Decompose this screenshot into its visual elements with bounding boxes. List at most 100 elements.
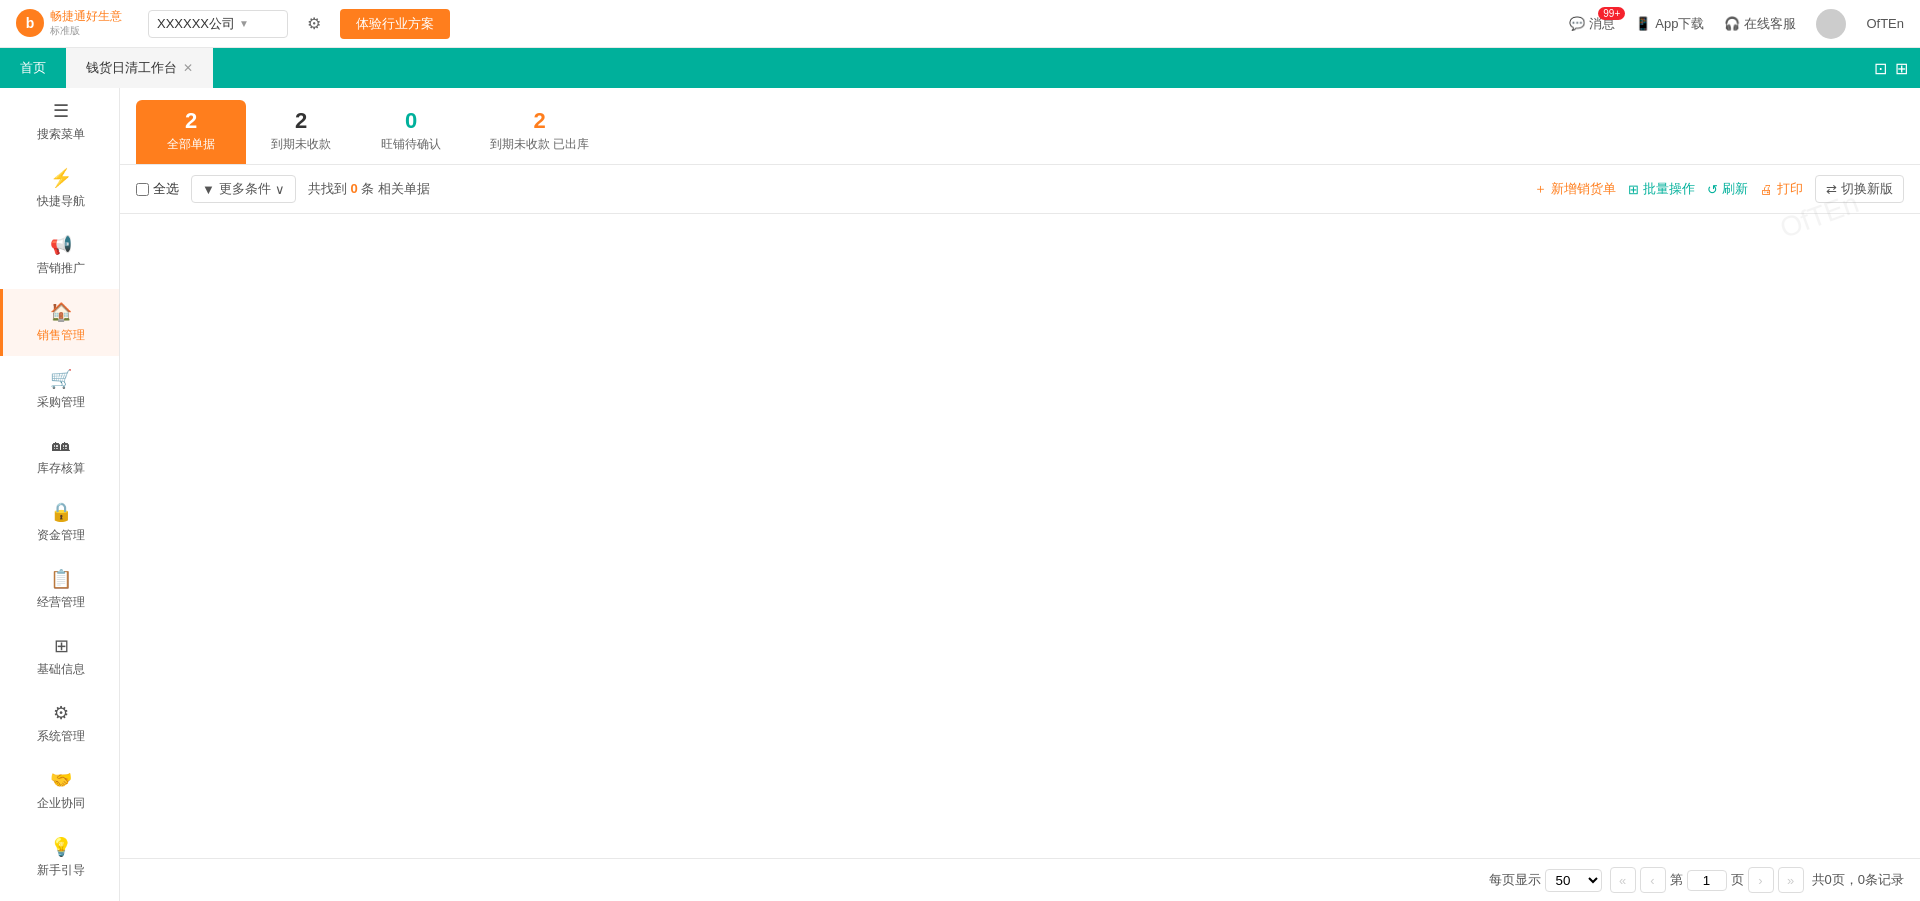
settings-icon[interactable]: ⚙ xyxy=(300,10,328,38)
stat-label-overdue: 到期未收款 xyxy=(271,136,331,153)
per-page-dropdown[interactable]: 50 100 200 xyxy=(1545,869,1602,892)
purchase-icon: 🛒 xyxy=(50,368,72,390)
company-name: XXXXXX公司 xyxy=(157,15,235,33)
messages-button[interactable]: 💬 消息 99+ xyxy=(1569,15,1615,33)
sidebar-item-inventory[interactable]: 🏘 库存核算 xyxy=(0,423,119,489)
refresh-label: 刷新 xyxy=(1722,180,1748,198)
header-right: 💬 消息 99+ 📱 App下载 🎧 在线客服 OfTEn xyxy=(1569,9,1904,39)
basics-icon: ⊞ xyxy=(54,635,69,657)
select-all-input[interactable] xyxy=(136,183,149,196)
sidebar-item-search[interactable]: ☰ 搜索菜单 xyxy=(0,88,119,155)
related-label: 相关单据 xyxy=(378,181,430,196)
stat-num-overdue: 2 xyxy=(295,108,307,134)
batch-icon: ⊞ xyxy=(1628,182,1639,197)
company-selector[interactable]: XXXXXX公司 ▼ xyxy=(148,10,288,38)
prev-page-button[interactable]: ‹ xyxy=(1640,867,1666,893)
stat-num-all: 2 xyxy=(185,108,197,134)
print-button[interactable]: 🖨 打印 xyxy=(1760,180,1803,198)
user-avatar[interactable] xyxy=(1816,9,1846,39)
maximize-icon[interactable]: ⊞ xyxy=(1895,59,1908,78)
toolbar-right: ＋ 新增销货单 ⊞ 批量操作 ↺ 刷新 🖨 打印 ⇄ 切换新版 xyxy=(1534,175,1904,203)
toolbar: 全选 ▼ 更多条件 ∨ 共找到 0 条 相关单据 ＋ 新增销货单 xyxy=(120,165,1920,214)
switch-version-button[interactable]: ⇄ 切换新版 xyxy=(1815,175,1904,203)
tab-home[interactable]: 首页 xyxy=(0,48,66,88)
sidebar-item-appcenter[interactable]: 🗂 应用中心 xyxy=(0,891,119,901)
page-number-input[interactable] xyxy=(1687,870,1727,891)
logo-area: b 畅捷通好生意 标准版 xyxy=(16,9,136,37)
tab-sales-workbench[interactable]: 钱货日清工作台 ✕ xyxy=(66,48,213,88)
sidebar-item-enterprise[interactable]: 🤝 企业协同 xyxy=(0,757,119,824)
refresh-button[interactable]: ↺ 刷新 xyxy=(1707,180,1748,198)
stat-tab-wangpu[interactable]: 0 旺铺待确认 xyxy=(356,100,466,164)
messages-badge: 99+ xyxy=(1598,7,1625,20)
sidebar-item-basics[interactable]: ⊞ 基础信息 xyxy=(0,623,119,690)
user-name: OfTEn xyxy=(1866,16,1904,31)
add-sales-order-button[interactable]: ＋ 新增销货单 xyxy=(1534,180,1616,198)
try-industry-button[interactable]: 体验行业方案 xyxy=(340,9,450,39)
select-all-checkbox[interactable]: 全选 xyxy=(136,180,179,198)
sidebar-item-sales[interactable]: 🏠 销售管理 xyxy=(0,289,119,356)
search-menu-icon: ☰ xyxy=(53,100,69,122)
sidebar: ☰ 搜索菜单 ⚡ 快捷导航 📢 营销推广 🏠 销售管理 🛒 采购管理 🏘 库存核… xyxy=(0,88,120,901)
sidebar-label-finance: 资金管理 xyxy=(37,527,85,544)
per-page-label: 每页显示 xyxy=(1489,871,1541,889)
sidebar-label-purchase: 采购管理 xyxy=(37,394,85,411)
stat-label-shipped: 到期未收款 已出库 xyxy=(490,136,589,153)
finance-icon: 🔒 xyxy=(50,501,72,523)
found-count: 0 xyxy=(351,181,358,196)
sidebar-item-marketing[interactable]: 📢 营销推广 xyxy=(0,222,119,289)
sidebar-label-system: 系统管理 xyxy=(37,728,85,745)
batch-operation-button[interactable]: ⊞ 批量操作 xyxy=(1628,180,1695,198)
sidebar-item-quicknav[interactable]: ⚡ 快捷导航 xyxy=(0,155,119,222)
filter-icon: ▼ xyxy=(202,182,215,197)
sidebar-label-quicknav: 快捷导航 xyxy=(37,193,85,210)
found-prefix: 共找到 xyxy=(308,181,347,196)
switch-icon: ⇄ xyxy=(1826,182,1837,197)
stat-tab-shipped[interactable]: 2 到期未收款 已出库 xyxy=(466,100,613,164)
plus-icon: ＋ xyxy=(1534,180,1547,198)
refresh-icon: ↺ xyxy=(1707,182,1718,197)
filter-chevron-icon: ∨ xyxy=(275,182,285,197)
sidebar-label-sales: 销售管理 xyxy=(37,327,85,344)
sidebar-item-guide[interactable]: 💡 新手引导 xyxy=(0,824,119,891)
per-page-select: 每页显示 50 100 200 xyxy=(1489,869,1602,892)
quicknav-icon: ⚡ xyxy=(50,167,72,189)
sales-icon: 🏠 xyxy=(50,301,72,323)
main-layout: ☰ 搜索菜单 ⚡ 快捷导航 📢 营销推广 🏠 销售管理 🛒 采购管理 🏘 库存核… xyxy=(0,88,1920,901)
tab-sales-label: 钱货日清工作台 xyxy=(86,59,177,77)
sidebar-item-operations[interactable]: 📋 经营管理 xyxy=(0,556,119,623)
sidebar-label-operations: 经营管理 xyxy=(37,594,85,611)
sidebar-label-marketing: 营销推广 xyxy=(37,260,85,277)
more-filter-button[interactable]: ▼ 更多条件 ∨ xyxy=(191,175,296,203)
print-label: 打印 xyxy=(1777,180,1803,198)
app-download-button[interactable]: 📱 App下载 xyxy=(1635,15,1704,33)
total-records-text: 共0页，0条记录 xyxy=(1812,871,1904,889)
tab-expand-area: ⊡ ⊞ xyxy=(1874,59,1920,78)
sidebar-item-finance[interactable]: 🔒 资金管理 xyxy=(0,489,119,556)
last-page-button[interactable]: » xyxy=(1778,867,1804,893)
online-service-button[interactable]: 🎧 在线客服 xyxy=(1724,15,1796,33)
inventory-icon: 🏘 xyxy=(52,435,70,456)
tab-close-icon[interactable]: ✕ xyxy=(183,61,193,75)
content-area: 2 全部单据 2 到期未收款 0 旺铺待确认 2 到期未收款 已出库 全选 xyxy=(120,88,1920,901)
stat-tab-all[interactable]: 2 全部单据 xyxy=(136,100,246,164)
page-label: 第 xyxy=(1670,871,1683,889)
sidebar-item-purchase[interactable]: 🛒 采购管理 xyxy=(0,356,119,423)
first-page-button[interactable]: « xyxy=(1610,867,1636,893)
header-left: b 畅捷通好生意 标准版 XXXXXX公司 ▼ ⚙ 体验行业方案 xyxy=(16,9,450,39)
found-unit: 条 xyxy=(361,181,374,196)
stat-label-wangpu: 旺铺待确认 xyxy=(381,136,441,153)
stat-num-wangpu: 0 xyxy=(405,108,417,134)
stat-tab-overdue[interactable]: 2 到期未收款 xyxy=(246,100,356,164)
stat-label-all: 全部单据 xyxy=(167,136,215,153)
minimize-icon[interactable]: ⊡ xyxy=(1874,59,1887,78)
next-page-button[interactable]: › xyxy=(1748,867,1774,893)
logo-icon: b xyxy=(16,9,44,37)
watermark: OfTEn xyxy=(1776,214,1863,245)
top-header: b 畅捷通好生意 标准版 XXXXXX公司 ▼ ⚙ 体验行业方案 💬 消息 99… xyxy=(0,0,1920,48)
guide-icon: 💡 xyxy=(50,836,72,858)
page-nav: « ‹ 第 页 › » xyxy=(1610,867,1804,893)
stats-tabs: 2 全部单据 2 到期未收款 0 旺铺待确认 2 到期未收款 已出库 xyxy=(120,88,1920,165)
print-icon: 🖨 xyxy=(1760,182,1773,197)
sidebar-item-system[interactable]: ⚙ 系统管理 xyxy=(0,690,119,757)
